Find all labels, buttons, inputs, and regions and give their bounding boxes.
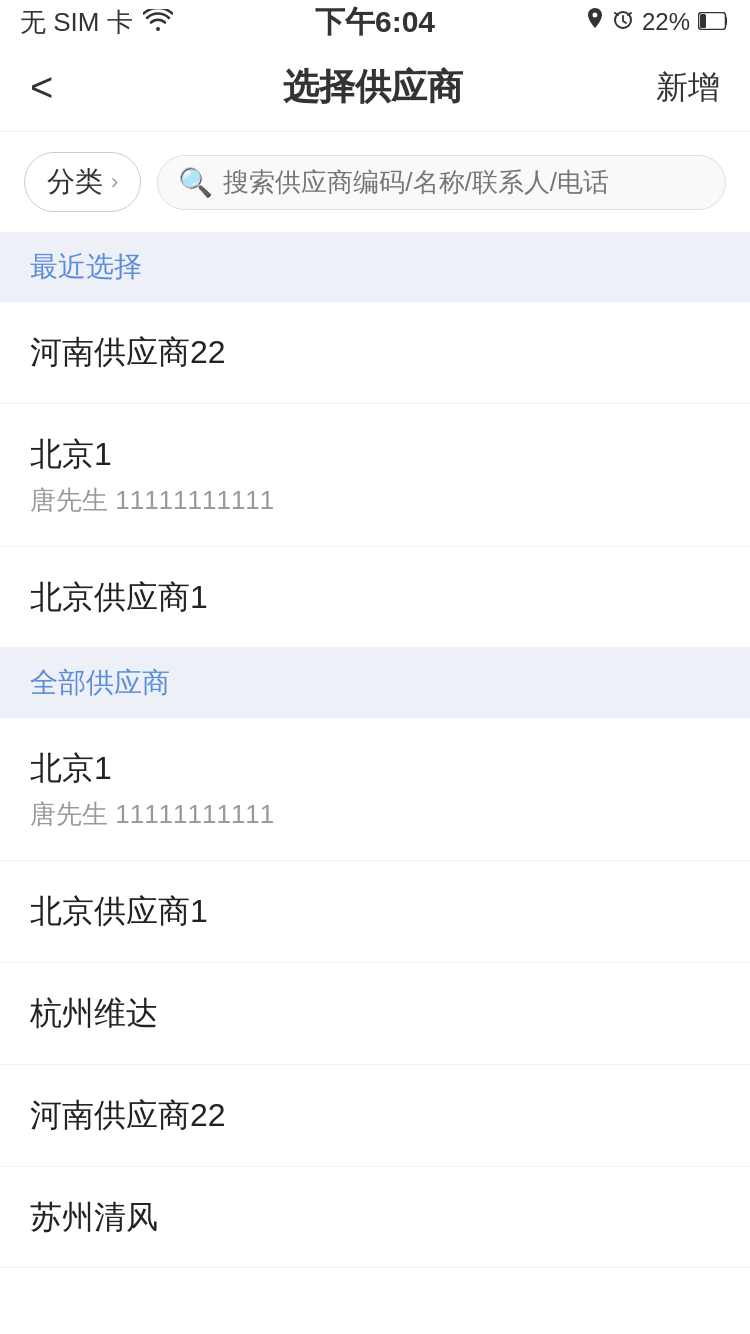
list-item[interactable]: 北京供应商1 (0, 547, 750, 649)
all-section-header: 全部供应商 (0, 648, 750, 718)
list-item[interactable]: 杭州维达 (0, 963, 750, 1065)
battery-icon (698, 8, 730, 36)
list-item[interactable]: 河南供应商22 (0, 1065, 750, 1167)
category-label: 分类 (47, 163, 103, 201)
item-name: 北京1 (30, 746, 720, 791)
status-right: 22% (586, 8, 730, 36)
item-name: 苏州清风 (30, 1195, 720, 1240)
back-button[interactable]: < (30, 65, 90, 110)
svg-rect-2 (700, 14, 706, 28)
recent-section-label: 最近选择 (30, 251, 142, 282)
search-box[interactable]: 🔍 (157, 155, 726, 210)
wifi-icon (143, 7, 173, 38)
battery-percent: 22% (642, 8, 690, 36)
recent-list: 河南供应商22 北京1 唐先生 11111111111 北京供应商1 (0, 302, 750, 648)
status-left: 无 SIM 卡 (20, 5, 173, 40)
category-button[interactable]: 分类 › (24, 152, 141, 212)
location-icon (586, 8, 604, 36)
item-sub: 唐先生 11111111111 (30, 797, 720, 832)
item-name: 北京供应商1 (30, 889, 720, 934)
all-section-label: 全部供应商 (30, 667, 170, 698)
list-item[interactable]: 河南供应商22 (0, 302, 750, 404)
item-name: 河南供应商22 (30, 330, 720, 375)
list-item[interactable]: 北京1 唐先生 11111111111 (0, 404, 750, 547)
status-time: 下午6:04 (315, 2, 435, 43)
item-name: 北京供应商1 (30, 575, 720, 620)
chevron-right-icon: › (111, 169, 118, 195)
item-sub: 唐先生 11111111111 (30, 483, 720, 518)
filter-bar: 分类 › 🔍 (0, 132, 750, 232)
status-bar: 无 SIM 卡 下午6:04 22% (0, 0, 750, 44)
list-item[interactable]: 北京供应商1 (0, 861, 750, 963)
item-name: 河南供应商22 (30, 1093, 720, 1138)
list-item[interactable]: 北京1 唐先生 11111111111 (0, 718, 750, 861)
all-list: 北京1 唐先生 11111111111 北京供应商1 杭州维达河南供应商22 苏州清风 (0, 718, 750, 1268)
page-title: 选择供应商 (283, 63, 463, 112)
list-item[interactable]: 苏州清风 (0, 1167, 750, 1269)
search-input[interactable] (223, 167, 705, 198)
item-name: 杭州维达 (30, 991, 720, 1036)
item-name: 北京1 (30, 432, 720, 477)
recent-section-header: 最近选择 (0, 232, 750, 302)
no-sim-label: 无 SIM 卡 (20, 5, 133, 40)
nav-bar: < 选择供应商 新增 (0, 44, 750, 132)
search-icon: 🔍 (178, 166, 213, 199)
add-button[interactable]: 新增 (656, 66, 720, 110)
alarm-icon (612, 8, 634, 36)
